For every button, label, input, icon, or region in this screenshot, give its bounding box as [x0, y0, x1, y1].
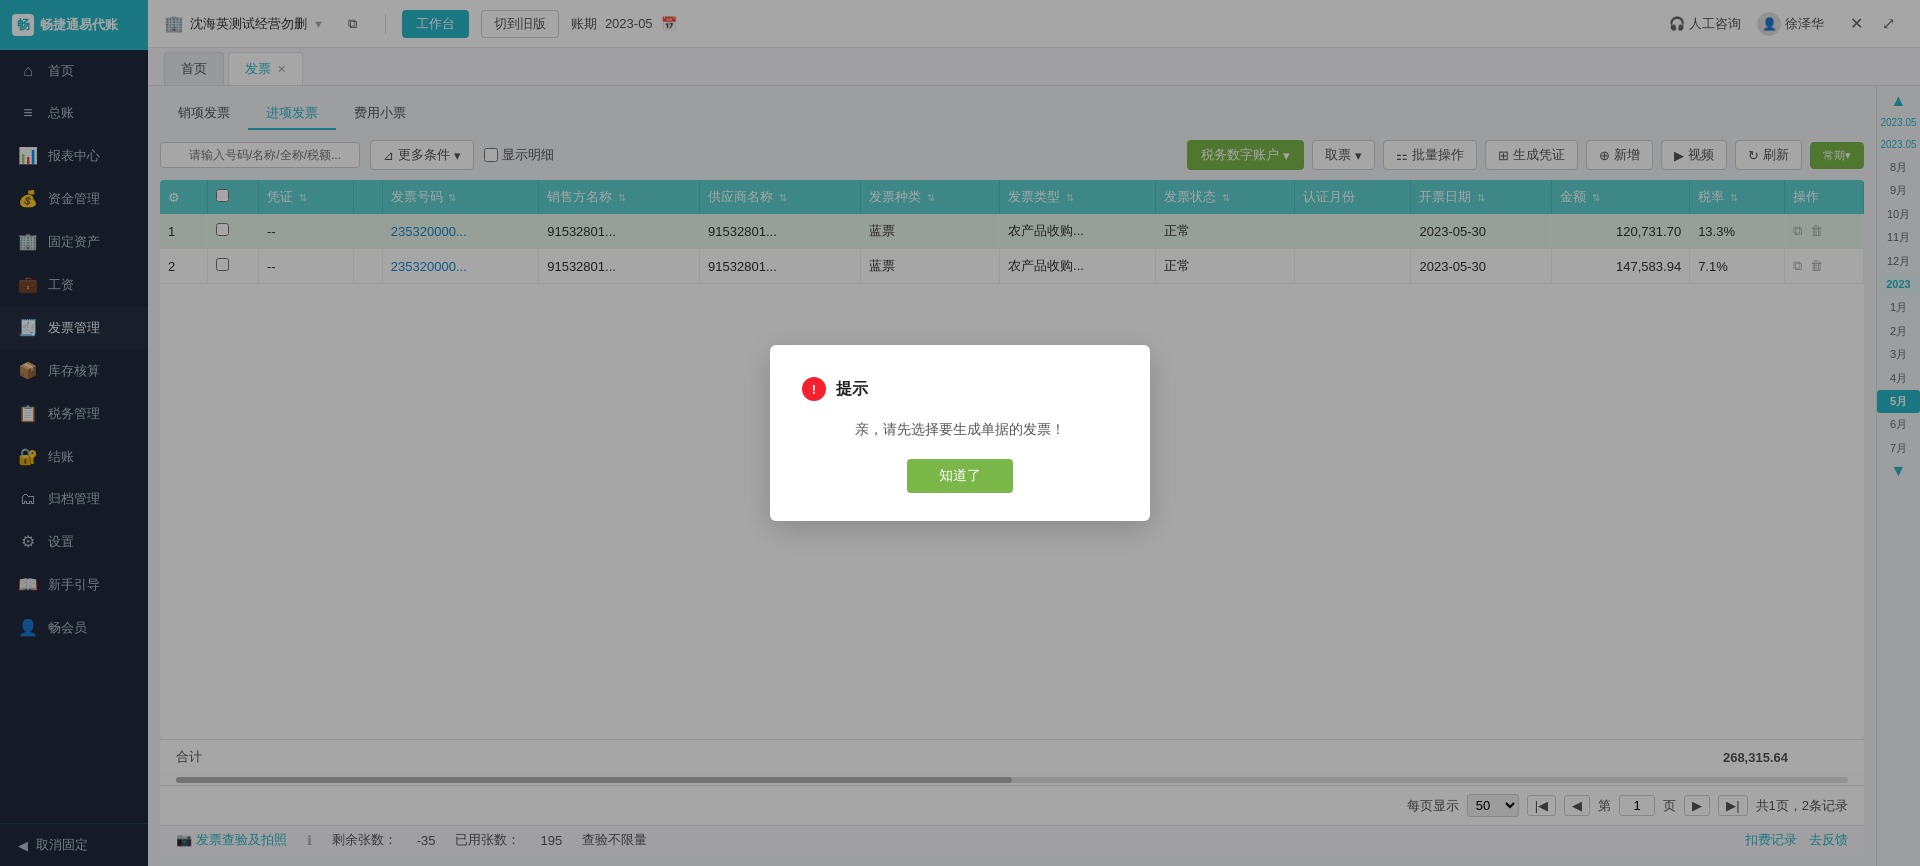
- dialog-ok-button[interactable]: 知道了: [907, 459, 1013, 493]
- dialog-message: 亲，请先选择要生成单据的发票！: [855, 421, 1065, 439]
- dialog-overlay: ! 提示 亲，请先选择要生成单据的发票！ 知道了: [0, 0, 1920, 866]
- dialog-title-row: ! 提示: [802, 377, 1118, 401]
- alert-dialog: ! 提示 亲，请先选择要生成单据的发票！ 知道了: [770, 345, 1150, 521]
- dialog-title: 提示: [836, 379, 868, 400]
- warning-icon: !: [802, 377, 826, 401]
